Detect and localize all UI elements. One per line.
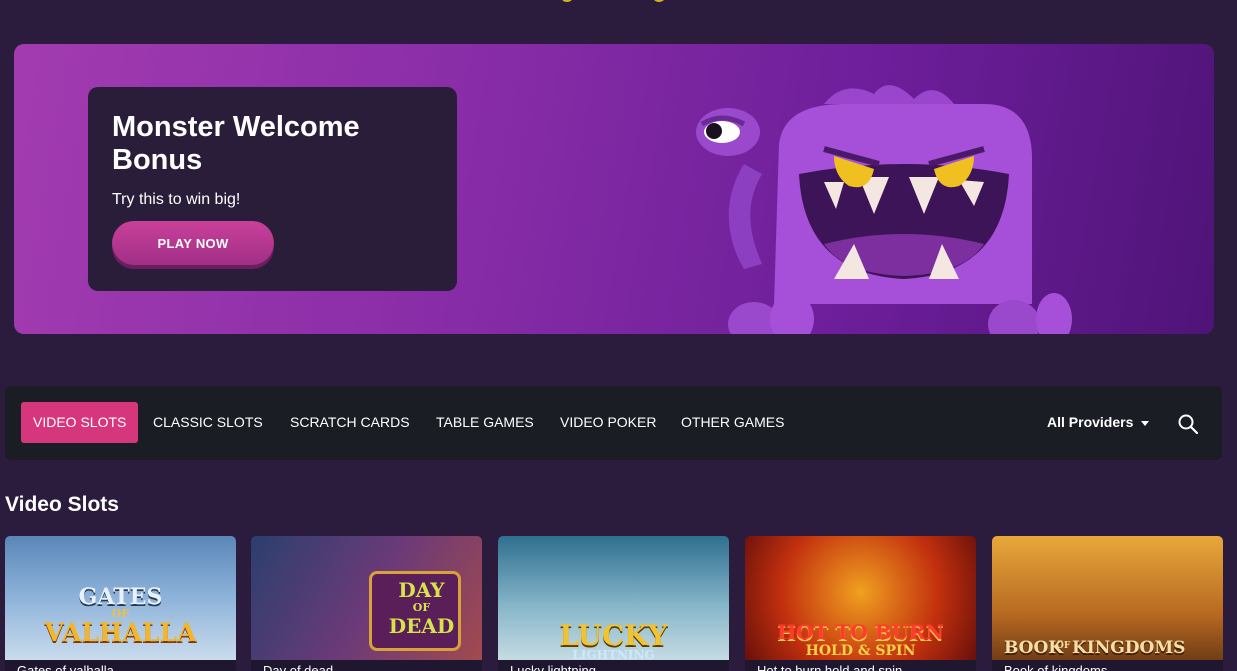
game-tile-hot-to-burn[interactable]: HOT TO BURN HOLD & SPIN Hot to burn hold…: [745, 536, 976, 671]
tab-video-poker[interactable]: VIDEO POKER: [548, 402, 668, 443]
tab-classic-slots[interactable]: CLASSIC SLOTS: [141, 402, 275, 443]
tab-table-games[interactable]: TABLE GAMES: [424, 402, 546, 443]
game-tile-day-of-dead[interactable]: DAY OF DEAD Day of dead: [251, 536, 482, 671]
game-tile-gates-of-valhalla[interactable]: GATES OF VALHALLA Gates of valhalla: [5, 536, 236, 671]
search-icon[interactable]: [1177, 413, 1199, 435]
game-title: Day of dead: [251, 660, 482, 671]
site-logo-fragment[interactable]: [556, 0, 676, 4]
promo-card: Monster Welcome Bonus Try this to win bi…: [88, 87, 457, 291]
tab-other-games[interactable]: OTHER GAMES: [669, 402, 796, 443]
game-category-bar: VIDEO SLOTS CLASSIC SLOTS SCRATCH CARDS …: [5, 386, 1222, 460]
game-logo-mid: OF: [1056, 641, 1071, 651]
game-logo-bottom: DEAD: [388, 614, 455, 638]
game-tile-book-of-kingdoms[interactable]: BOOK OF KINGDOMS Book of kingdoms: [992, 536, 1223, 671]
game-logo-top: LUCKY: [559, 619, 668, 652]
game-title: Lucky lightning: [498, 660, 729, 671]
monster-mascot-illustration: [696, 85, 1072, 334]
play-now-button[interactable]: PLAY NOW: [112, 221, 274, 265]
tab-video-slots[interactable]: VIDEO SLOTS: [21, 402, 139, 443]
tab-scratch-cards[interactable]: SCRATCH CARDS: [278, 402, 422, 443]
game-logo-bottom: KINGDOMS: [1072, 638, 1186, 658]
hero-banner: Monster Welcome Bonus Try this to win bi…: [14, 44, 1214, 334]
game-logo-top: GATES: [78, 584, 163, 610]
game-logo-top: BOOK: [1004, 638, 1064, 658]
providers-label: All Providers: [1047, 414, 1134, 430]
section-title: Video Slots: [5, 493, 119, 516]
game-tile-lucky-lightning[interactable]: LUCKY LIGHTNING Lucky lightning: [498, 536, 729, 671]
game-logo-top: HOT TO BURN: [777, 620, 944, 644]
game-logo-top: DAY: [398, 578, 445, 602]
game-logo-bottom: VALHALLA: [44, 618, 197, 647]
providers-dropdown[interactable]: All Providers: [1047, 402, 1150, 443]
game-logo-mid: OF: [412, 601, 431, 614]
caret-down-icon: [1141, 420, 1150, 426]
promo-title: Monster Welcome Bonus: [112, 111, 360, 176]
game-title: Book of kingdoms: [992, 660, 1223, 671]
game-logo-bottom: HOLD & SPIN: [805, 643, 916, 659]
game-title: Gates of valhalla: [5, 660, 236, 671]
game-title: Hot to burn hold and spin: [745, 660, 976, 671]
promo-subtitle: Try this to win big!: [112, 191, 241, 208]
